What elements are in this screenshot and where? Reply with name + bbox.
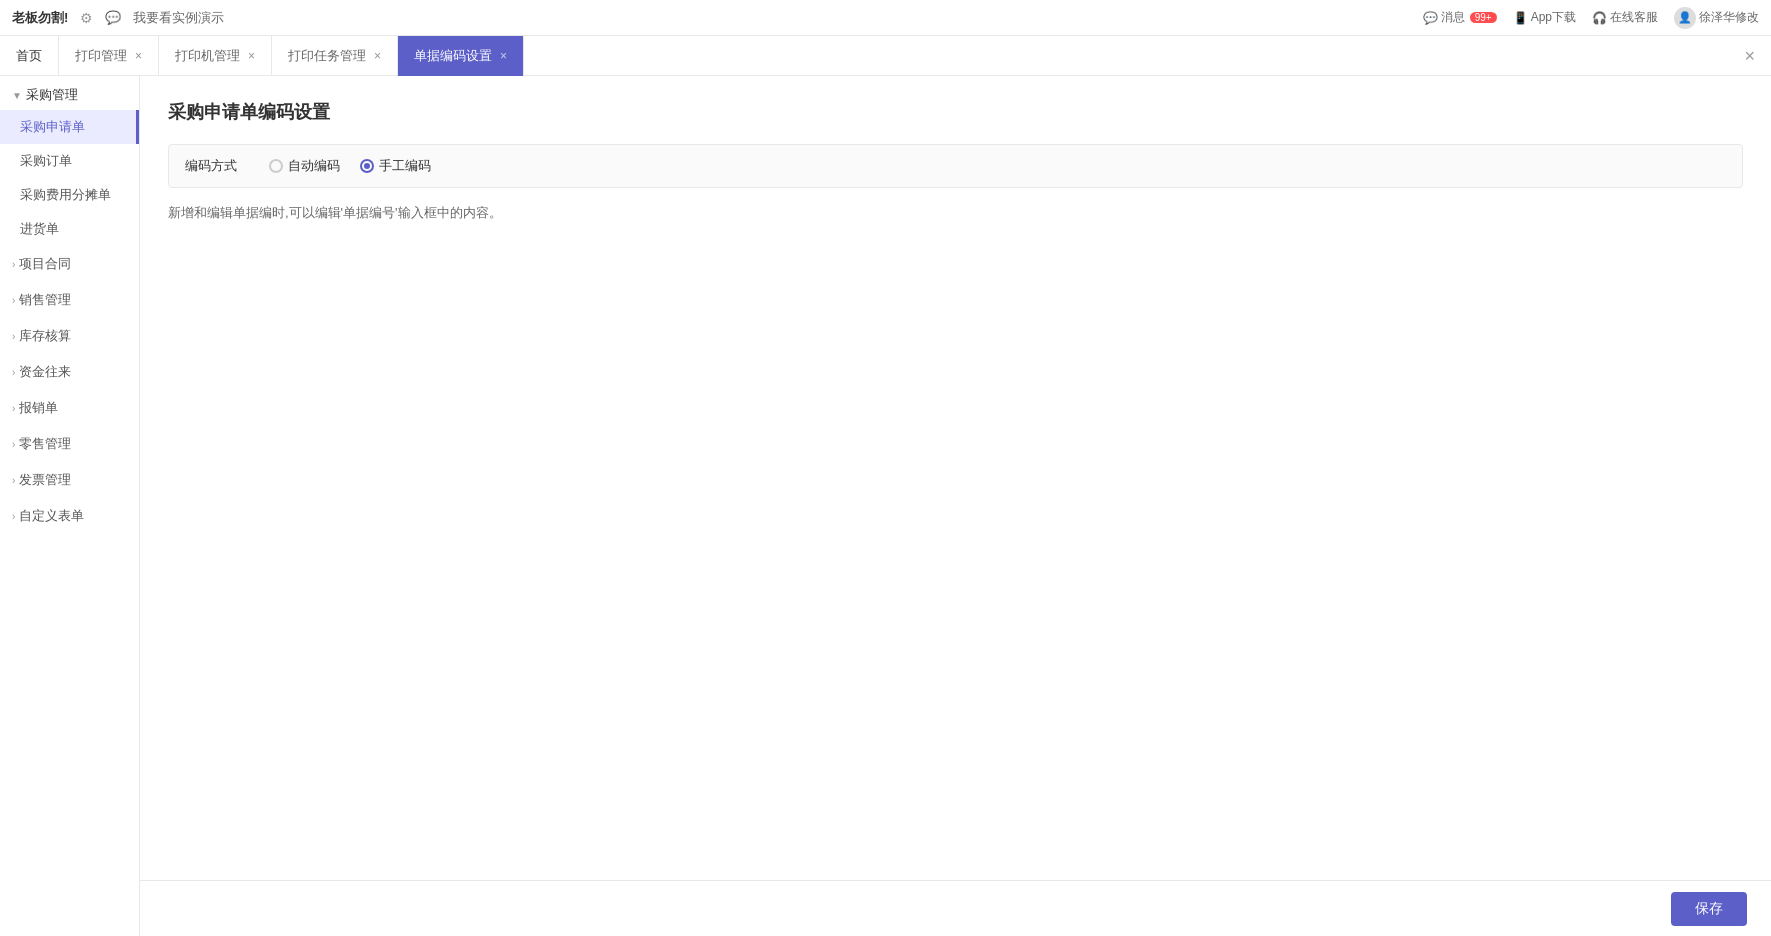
sidebar: ▼ 采购管理 采购申请单 采购订单 采购费用分摊单 进货单 › 项目合同 › 销… [0,76,140,936]
app-download-label: App下载 [1531,9,1576,26]
avatar-icon: 👤 [1674,7,1696,29]
app-logo: 老板勿割! [12,9,68,27]
auto-code-radio-circle [269,159,283,173]
sidebar-item-purchase-order[interactable]: 采购订单 [0,144,139,178]
tab-printer-management[interactable]: 打印机管理 × [159,36,272,76]
tab-print-task-label: 打印任务管理 [288,47,366,65]
announcement-text[interactable]: 我要看实例演示 [133,9,224,27]
manual-code-radio[interactable]: 手工编码 [360,157,431,175]
app-download-button[interactable]: 📱 App下载 [1513,9,1576,26]
arrow-sales: › [12,295,15,306]
tab-printer-management-close[interactable]: × [248,50,255,62]
arrow-project-contract: › [12,259,15,270]
top-bar-right: 💬 消息 99+ 📱 App下载 🎧 在线客服 👤 徐泽华修改 [1423,7,1759,29]
content-inner: 采购申请单编码设置 编码方式 自动编码 手工编码 [140,76,1771,880]
tab-printer-management-label: 打印机管理 [175,47,240,65]
settings-icon[interactable]: ⚙ [80,10,93,26]
manual-code-radio-circle [360,159,374,173]
sidebar-item-purchase-request[interactable]: 采购申请单 [0,110,139,144]
arrow-invoice: › [12,475,15,486]
announcement-icon: 💬 [105,10,121,25]
tab-home-label: 首页 [16,47,42,65]
sidebar-group-finance[interactable]: › 资金往来 [0,354,139,390]
arrow-finance: › [12,367,15,378]
app-download-icon: 📱 [1513,11,1528,25]
close-all-tabs-button[interactable]: × [1728,37,1771,74]
sidebar-group-invoice[interactable]: › 发票管理 [0,462,139,498]
sidebar-item-purchase-expense[interactable]: 采购费用分摊单 [0,178,139,212]
tab-code-settings[interactable]: 单据编码设置 × [398,36,524,76]
coding-mode-radio-group: 自动编码 手工编码 [269,157,431,175]
arrow-retail: › [12,439,15,450]
message-icon: 💬 [1423,11,1438,25]
sidebar-group-purchase[interactable]: ▼ 采购管理 [0,76,139,110]
info-text: 新增和编辑单据编时,可以编辑'单据编号'输入框中的内容。 [168,204,1743,222]
coding-mode-label: 编码方式 [185,157,245,175]
main-layout: ▼ 采购管理 采购申请单 采购订单 采购费用分摊单 进货单 › 项目合同 › 销… [0,76,1771,936]
message-badge: 99+ [1470,12,1497,23]
arrow-inventory: › [12,331,15,342]
sidebar-group-expense-report[interactable]: › 报销单 [0,390,139,426]
arrow-expense-report: › [12,403,15,414]
page-title: 采购申请单编码设置 [168,100,1743,124]
tab-bar: 首页 打印管理 × 打印机管理 × 打印任务管理 × 单据编码设置 × × [0,36,1771,76]
save-button[interactable]: 保存 [1671,892,1747,926]
auto-code-label: 自动编码 [288,157,340,175]
tab-home[interactable]: 首页 [0,36,59,76]
user-avatar[interactable]: 👤 徐泽华修改 [1674,7,1759,29]
message-label: 消息 [1441,9,1465,26]
auto-code-radio[interactable]: 自动编码 [269,157,340,175]
sidebar-group-custom-form[interactable]: › 自定义表单 [0,498,139,534]
tab-code-settings-close[interactable]: × [500,50,507,62]
top-bar: 老板勿割! ⚙ 💬 我要看实例演示 💬 消息 99+ 📱 App下载 🎧 在线客… [0,0,1771,36]
tab-code-settings-label: 单据编码设置 [414,47,492,65]
collapse-arrow-purchase: ▼ [12,90,22,101]
message-button[interactable]: 💬 消息 99+ [1423,9,1497,26]
coding-section: 编码方式 自动编码 手工编码 [168,144,1743,188]
sidebar-group-project-contract[interactable]: › 项目合同 [0,246,139,282]
sidebar-group-purchase-label: 采购管理 [26,86,78,104]
arrow-custom-form: › [12,511,15,522]
coding-row: 编码方式 自动编码 手工编码 [185,157,1726,175]
headset-icon: 🎧 [1592,11,1607,25]
tab-print-management-label: 打印管理 [75,47,127,65]
sidebar-group-retail[interactable]: › 零售管理 [0,426,139,462]
customer-service-button[interactable]: 🎧 在线客服 [1592,9,1658,26]
sidebar-group-inventory[interactable]: › 库存核算 [0,318,139,354]
manual-code-label: 手工编码 [379,157,431,175]
top-bar-left: 老板勿割! ⚙ 💬 我要看实例演示 [12,9,224,27]
tab-print-task-close[interactable]: × [374,50,381,62]
customer-service-label: 在线客服 [1610,9,1658,26]
tab-print-management-close[interactable]: × [135,50,142,62]
tab-print-task[interactable]: 打印任务管理 × [272,36,398,76]
content-footer: 保存 [140,880,1771,936]
sidebar-group-sales[interactable]: › 销售管理 [0,282,139,318]
sidebar-item-goods-receipt[interactable]: 进货单 [0,212,139,246]
tab-print-management[interactable]: 打印管理 × [59,36,159,76]
content-area: 采购申请单编码设置 编码方式 自动编码 手工编码 [140,76,1771,936]
user-name: 徐泽华修改 [1699,9,1759,26]
